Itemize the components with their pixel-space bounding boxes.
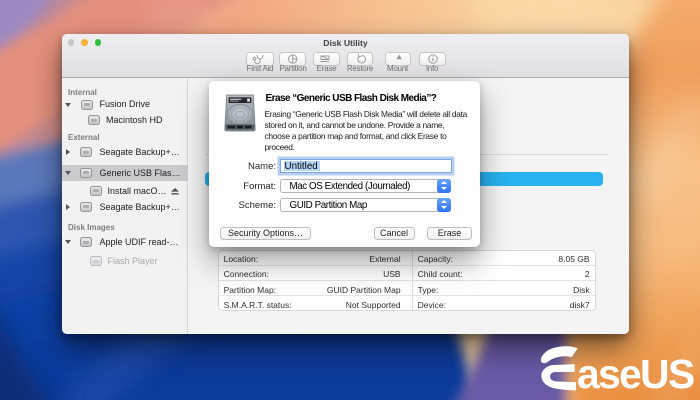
svg-text:aseUS: aseUS bbox=[577, 351, 694, 396]
